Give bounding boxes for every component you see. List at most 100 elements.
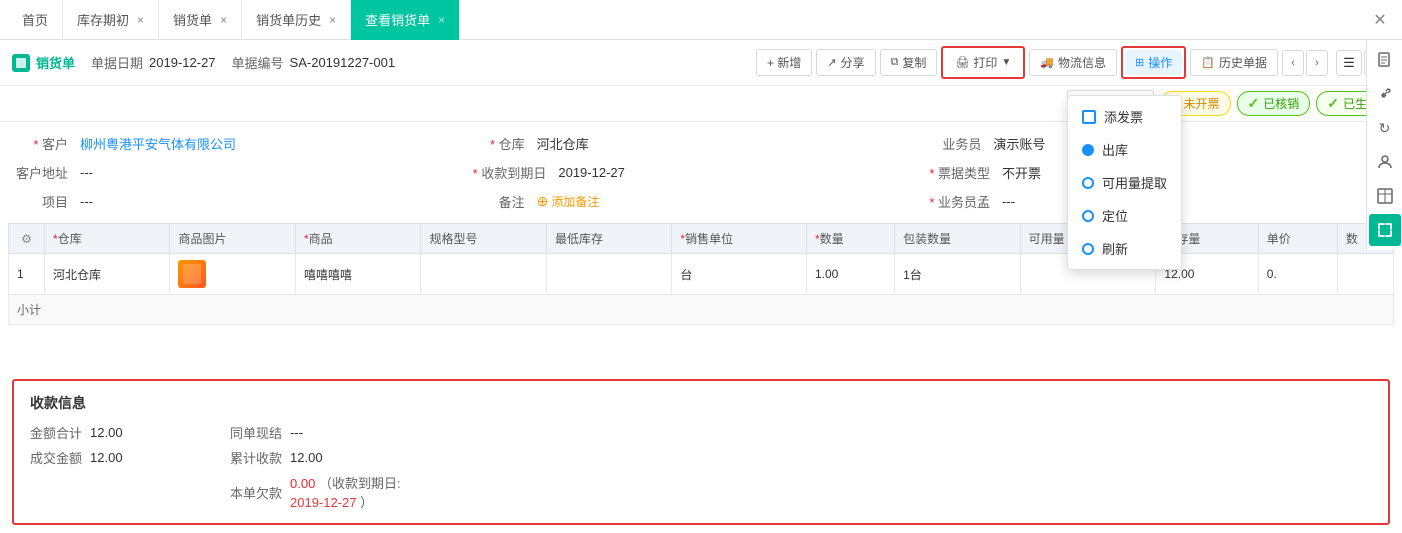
note-field: 备注 ⊕ 添加备注: [473, 192, 930, 211]
sidebar-user-icon: [1377, 154, 1393, 170]
table-col-spec: 规格型号: [421, 224, 546, 254]
cumulative-payment-row: 累计收款 12.00: [230, 448, 430, 467]
current-debt-value: 0.00 （收款到期日: 2019-12-27 ）: [290, 473, 430, 511]
payment-date-value: 2019-12-27: [558, 165, 625, 180]
window-close-button[interactable]: ✕: [1366, 6, 1394, 34]
table-col-pack-qty: 包装数量: [895, 224, 1020, 254]
empty-row-3: [30, 473, 230, 511]
operations-dropdown: 添发票 出库 可用量提取 定位 刷新: [1067, 95, 1182, 270]
settings-icon[interactable]: ⚙: [21, 232, 32, 246]
empty-row-2: [430, 448, 630, 467]
doc-type-label: 销货单: [12, 53, 75, 72]
print-button[interactable]: 🖨 打印 ▼: [945, 50, 1021, 75]
next-arrow[interactable]: ›: [1306, 50, 1328, 76]
table-cell-warehouse: 河北仓库: [45, 254, 170, 295]
confirmed-badge[interactable]: ✓ 已核销: [1237, 91, 1311, 116]
tab-bar: 首页 库存期初 × 销货单 × 销货单历史 × 查看销货单 × ✕: [0, 0, 1402, 40]
table-row: 1 河北仓库 嘻嘻嘻嘻 台 1.00 1台: [9, 254, 1394, 295]
ticket-type-value: 不开票: [1002, 163, 1041, 182]
menu-item-refresh[interactable]: 刷新: [1068, 232, 1181, 265]
customer-value[interactable]: 柳州粤港平安气体有限公司: [80, 134, 236, 153]
amount-total-row: 金额合计 12.00: [30, 423, 230, 442]
tab-view-sales-order[interactable]: 查看销货单 ×: [351, 0, 460, 40]
doc-meta: 单据日期 2019-12-27 单据编号 SA-20191227-001: [91, 53, 395, 72]
table-cell-min-stock: [546, 254, 671, 295]
table-cell-unit: 台: [672, 254, 807, 295]
project-value: ---: [80, 194, 93, 209]
table-cell-pack-qty: 1台: [895, 254, 1020, 295]
menu-item-stock-extract[interactable]: 可用量提取: [1068, 166, 1181, 199]
table-cell-product: 嘻嘻嘻嘻: [295, 254, 420, 295]
add-note-button[interactable]: ⊕ 添加备注: [537, 193, 600, 210]
tab-home[interactable]: 首页: [8, 0, 63, 40]
empty-row-1: [430, 423, 630, 442]
sidebar-link-icon-btn[interactable]: [1369, 78, 1401, 110]
payment-info-section: 收款信息 金额合计 12.00 同单现结 --- 成交金额 12.00 累计收款: [12, 379, 1390, 525]
table-cell-image: [170, 254, 295, 295]
doc-actions: + 新增 ↗ 分享 ⧉ 复制 🖨 打印 ▼: [756, 46, 1390, 79]
tab-view-sales-order-close[interactable]: ×: [438, 13, 445, 27]
sidebar-document-icon: [1377, 52, 1393, 68]
sidebar-refresh-icon-btn[interactable]: ↻: [1369, 112, 1401, 144]
copy-button[interactable]: ⧉ 复制: [880, 49, 938, 76]
tab-sales-order-close[interactable]: ×: [220, 13, 227, 27]
print-button-highlight: 🖨 打印 ▼: [941, 46, 1025, 79]
sidebar-link-icon: [1377, 86, 1393, 102]
table-cell-unit-price: 0.: [1258, 254, 1337, 295]
product-thumbnail: [178, 260, 206, 288]
operations-button[interactable]: ⊞ 操作: [1125, 50, 1182, 75]
current-debt-row: 本单欠款 0.00 （收款到期日: 2019-12-27 ）: [230, 473, 430, 511]
table-col-unit: *销售单位: [672, 224, 807, 254]
doc-type-icon: [12, 54, 30, 72]
tab-inventory-init[interactable]: 库存期初 ×: [63, 0, 159, 40]
tab-sales-order[interactable]: 销货单 ×: [159, 0, 242, 40]
sidebar-document-icon-btn[interactable]: [1369, 44, 1401, 76]
effective-check-icon: ✓: [1327, 95, 1339, 112]
subtotal-row: 小计: [9, 295, 1394, 325]
tab-sales-order-history-close[interactable]: ×: [329, 13, 336, 27]
payment-info-grid: 金额合计 12.00 同单现结 --- 成交金额 12.00 累计收款 12.0…: [30, 423, 1372, 511]
operations-button-highlight: ⊞ 操作: [1121, 46, 1186, 79]
same-order-settle-value: ---: [290, 425, 303, 440]
menu-item-add-invoice[interactable]: 添发票: [1068, 100, 1181, 133]
add-invoice-icon: [1082, 110, 1096, 124]
table-col-unit-price: 单价: [1258, 224, 1337, 254]
menu-item-locate[interactable]: 定位: [1068, 199, 1181, 232]
sidebar-expand-icon-btn[interactable]: [1369, 214, 1401, 246]
list-view-btn[interactable]: ☰: [1336, 50, 1362, 76]
payment-date-field: 收款到期日 2019-12-27: [473, 163, 930, 182]
confirmed-check-icon: ✓: [1248, 95, 1260, 112]
tab-inventory-init-close[interactable]: ×: [137, 13, 144, 27]
staff-value: 演示账号: [993, 134, 1045, 153]
sidebar-table-icon-btn[interactable]: [1369, 180, 1401, 212]
share-button[interactable]: ↗ 分享: [816, 49, 875, 76]
warehouse-field: 仓库 河北仓库: [473, 134, 930, 153]
menu-item-outbound[interactable]: 出库: [1068, 133, 1181, 166]
customer-field: 客户 柳州粤港平安气体有限公司: [16, 134, 473, 153]
sidebar-table-icon: [1377, 188, 1393, 204]
deal-amount-value: 12.00: [90, 450, 123, 465]
locate-icon: [1082, 210, 1094, 222]
table-col-qty: *数量: [806, 224, 894, 254]
sidebar-expand-icon: [1377, 222, 1393, 238]
same-order-settle-row: 同单现结 ---: [230, 423, 430, 442]
logistics-button[interactable]: 🚚 物流信息: [1029, 49, 1117, 76]
form-area: 客户 柳州粤港平安气体有限公司 仓库 河北仓库 业务员 演示账号 客户地址 --…: [0, 122, 1402, 223]
right-sidebar: ↻: [1366, 40, 1402, 250]
product-table-wrapper: ⚙ *仓库 商品图片 *商品 规格型号 最低库存 *销售单位 *数量 包装数量 …: [0, 223, 1402, 371]
deal-amount-row: 成交金额 12.00: [30, 448, 230, 467]
tab-sales-order-history[interactable]: 销货单历史 ×: [242, 0, 351, 40]
table-cell-seq: 1: [9, 254, 45, 295]
prev-arrow[interactable]: ‹: [1282, 50, 1304, 76]
history-button[interactable]: 📋 历史单据: [1190, 49, 1278, 76]
table-cell-qty: 1.00: [806, 254, 894, 295]
warehouse-value: 河北仓库: [537, 134, 589, 153]
doc-header: 销货单 单据日期 2019-12-27 单据编号 SA-20191227-001…: [0, 40, 1402, 86]
sidebar-user-icon-btn[interactable]: [1369, 146, 1401, 178]
refresh-icon: [1082, 243, 1094, 255]
address-field: 客户地址 ---: [16, 163, 473, 182]
outbound-icon: [1082, 144, 1094, 156]
amount-total-value: 12.00: [90, 425, 123, 440]
new-button[interactable]: + 新增: [756, 49, 812, 76]
payment-info-title: 收款信息: [30, 393, 1372, 413]
